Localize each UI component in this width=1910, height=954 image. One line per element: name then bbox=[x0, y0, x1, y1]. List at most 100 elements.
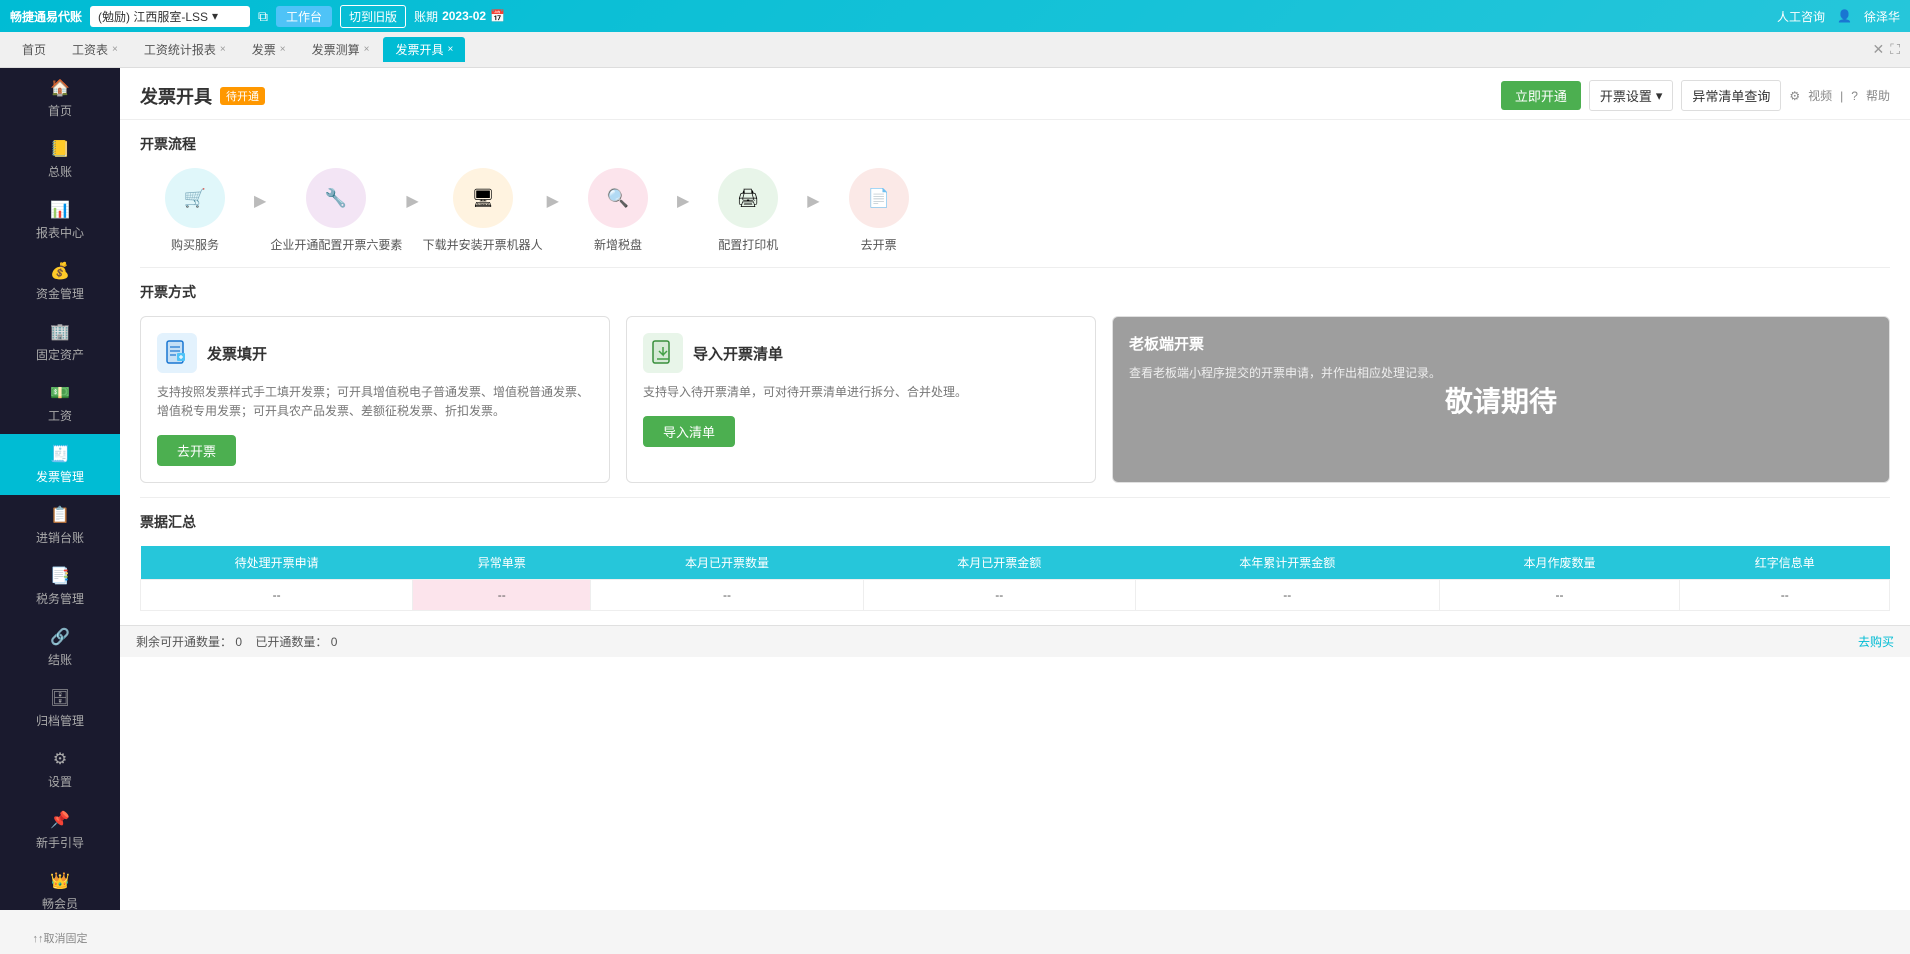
step-enterprise-setup[interactable]: 🔧 企业开通配置开票六要素 bbox=[270, 168, 402, 253]
sidebar-item-reports[interactable]: 📊 报表中心 bbox=[0, 190, 120, 251]
cell-monthly-void: -- bbox=[1439, 580, 1680, 611]
salary-tab-close[interactable]: × bbox=[112, 44, 118, 55]
user-name: 徐泽华 bbox=[1864, 8, 1900, 25]
open-settings-button[interactable]: 开票设置 ▾ bbox=[1589, 80, 1674, 111]
vip-icon: 👑 bbox=[50, 871, 70, 891]
open-now-button[interactable]: 立即开通 bbox=[1501, 81, 1581, 110]
sidebar-item-home[interactable]: 🏠 首页 bbox=[0, 68, 120, 129]
sidebar-item-vip[interactable]: 👑 畅会员 bbox=[0, 861, 120, 922]
step-buy-service-icon: 🛒 bbox=[165, 168, 225, 228]
page-actions: 立即开通 开票设置 ▾ 异常清单查询 ⚙ 视频 | ? 帮助 bbox=[1501, 80, 1890, 111]
period-info: 账期 2023-02 📅 bbox=[414, 8, 505, 25]
svg-text:🔧: 🔧 bbox=[325, 187, 347, 208]
import-card-desc: 支持导入待开票清单，可对待开票清单进行拆分、合并处理。 bbox=[643, 383, 1079, 402]
svg-text:🖨: 🖨 bbox=[737, 188, 760, 208]
invoice-open-tab-close[interactable]: × bbox=[447, 44, 453, 55]
salary-report-tab-close[interactable]: × bbox=[220, 44, 226, 55]
company-selector[interactable]: (勉励) 江西服室-LSS ▾ bbox=[90, 6, 250, 27]
old-version-button[interactable]: 切到旧版 bbox=[340, 5, 406, 28]
sidebar-label-guide: 新手引导 bbox=[36, 834, 84, 851]
archive-icon: 🗄 bbox=[50, 688, 70, 708]
support-btn[interactable]: 人工咨询 bbox=[1777, 8, 1825, 25]
company-name: (勉励) 江西服室-LSS bbox=[98, 8, 208, 25]
tab-invoice[interactable]: 发票 × bbox=[240, 37, 298, 62]
fill-card-icon bbox=[157, 333, 197, 373]
col-yearly-amount: 本年累计开票金额 bbox=[1135, 546, 1439, 580]
tax-icon: 📑 bbox=[50, 566, 70, 586]
sidebar-label-reconcile: 结账 bbox=[48, 651, 72, 668]
method-section-title: 开票方式 bbox=[140, 282, 1890, 302]
step-open-invoice[interactable]: 📄 去开票 bbox=[824, 168, 934, 253]
col-red-info: 红字信息单 bbox=[1680, 546, 1890, 580]
sidebar-item-reconcile[interactable]: 🔗 结账 bbox=[0, 617, 120, 678]
page-title: 发票开具 bbox=[140, 83, 212, 109]
card-import-invoice: 导入开票清单 支持导入待开票清单，可对待开票清单进行拆分、合并处理。 导入清单 bbox=[626, 316, 1096, 483]
opened-value: 0 bbox=[331, 635, 338, 649]
tab-invoice-calc[interactable]: 发票测算 × bbox=[300, 37, 382, 62]
fill-card-desc: 支持按照发票样式手工填开发票；可开具增值税电子普通发票、增值税普通发票、增值税专… bbox=[157, 383, 593, 421]
summary-table: 待处理开票申请 异常单票 本月已开票数量 本月已开票金额 本年累计开票金额 本月… bbox=[140, 546, 1890, 611]
buy-link[interactable]: 去购买 bbox=[1858, 633, 1894, 650]
svg-text:🛒: 🛒 bbox=[184, 187, 206, 208]
cell-pending: -- bbox=[141, 580, 413, 611]
sidebar-label-fund: 资金管理 bbox=[36, 285, 84, 302]
col-monthly-amount: 本月已开票金额 bbox=[863, 546, 1135, 580]
copy-icon[interactable]: ⧉ bbox=[258, 8, 268, 25]
svg-text:🔍: 🔍 bbox=[607, 186, 629, 208]
sidebar-item-invoice-mgmt[interactable]: 🧾 发票管理 bbox=[0, 434, 120, 495]
step-enterprise-icon: 🔧 bbox=[306, 168, 366, 228]
cell-monthly-amount: -- bbox=[863, 580, 1135, 611]
invoice-calc-tab-close[interactable]: × bbox=[364, 44, 370, 55]
sidebar-item-assets[interactable]: 🏢 固定资产 bbox=[0, 312, 120, 373]
sidebar-pin-toggle[interactable]: ↑↑取消固定 bbox=[0, 922, 120, 954]
step-buy-service[interactable]: 🛒 购买服务 bbox=[140, 168, 250, 253]
arrow-2: ▶ bbox=[402, 191, 422, 211]
sidebar-label-assets: 固定资产 bbox=[36, 346, 84, 363]
step-add-taxbox[interactable]: 🔍 新增税盘 bbox=[563, 168, 673, 253]
assets-icon: 🏢 bbox=[50, 322, 70, 342]
sidebar-item-ledger[interactable]: 📒 总账 bbox=[0, 129, 120, 190]
remaining-value: 0 bbox=[235, 635, 242, 649]
sidebar-item-settings[interactable]: ⚙ 设置 bbox=[0, 739, 120, 800]
settings-circle-icon[interactable]: ⚙ bbox=[1789, 89, 1800, 103]
col-monthly-void: 本月作废数量 bbox=[1439, 546, 1680, 580]
col-monthly-qty: 本月已开票数量 bbox=[591, 546, 863, 580]
salary-icon: 💵 bbox=[50, 383, 70, 403]
help-circle-icon[interactable]: ? bbox=[1851, 89, 1858, 103]
go-open-button[interactable]: 去开票 bbox=[157, 435, 236, 466]
sidebar-item-salary[interactable]: 💵 工资 bbox=[0, 373, 120, 434]
sidebar-item-fund[interactable]: 💰 资金管理 bbox=[0, 251, 120, 312]
abnormal-query-button[interactable]: 异常清单查询 bbox=[1681, 80, 1781, 111]
close-window-btn[interactable]: ✕ bbox=[1872, 41, 1884, 58]
import-list-button[interactable]: 导入清单 bbox=[643, 416, 735, 447]
expand-window-btn[interactable]: ⛶ bbox=[1890, 41, 1900, 58]
tab-salary[interactable]: 工资表 × bbox=[60, 37, 130, 62]
tab-home[interactable]: 首页 bbox=[10, 37, 58, 62]
invoice-tab-close[interactable]: × bbox=[280, 44, 286, 55]
sidebar-item-guide[interactable]: 📌 新手引导 bbox=[0, 800, 120, 861]
cell-abnormal: -- bbox=[413, 580, 591, 611]
calendar-icon[interactable]: 📅 bbox=[490, 9, 505, 23]
user-avatar: 👤 bbox=[1837, 9, 1852, 23]
cell-yearly-amount: -- bbox=[1135, 580, 1439, 611]
sidebar-item-purchase-sales[interactable]: 📋 进销台账 bbox=[0, 495, 120, 556]
step-open-icon: 📄 bbox=[849, 168, 909, 228]
invoice-open-tab-label: 发票开具 bbox=[395, 41, 443, 58]
invoice-method-section: 开票方式 bbox=[120, 268, 1910, 497]
step-download-robot[interactable]: 🖥 下载并安装开票机器人 bbox=[423, 168, 543, 253]
sidebar-item-tax[interactable]: 📑 税务管理 bbox=[0, 556, 120, 617]
workbench-button[interactable]: 工作台 bbox=[276, 6, 332, 27]
company-dropdown-icon[interactable]: ▾ bbox=[212, 9, 218, 23]
step-config-printer[interactable]: 🖨 配置打印机 bbox=[693, 168, 803, 253]
salary-tab-label: 工资表 bbox=[72, 41, 108, 58]
sidebar-label-invoice-mgmt: 发票管理 bbox=[36, 468, 84, 485]
sidebar-item-archive[interactable]: 🗄 归档管理 bbox=[0, 678, 120, 739]
card-fill-invoice: 发票填开 支持按照发票样式手工填开发票；可开具增值税电子普通发票、增值税普通发票… bbox=[140, 316, 610, 483]
sidebar-label-home: 首页 bbox=[48, 102, 72, 119]
sidebar-label-salary: 工资 bbox=[48, 407, 72, 424]
tab-salary-report[interactable]: 工资统计报表 × bbox=[132, 37, 238, 62]
invoice-mgmt-icon: 🧾 bbox=[50, 444, 70, 464]
reports-icon: 📊 bbox=[50, 200, 70, 220]
tab-invoice-open[interactable]: 发票开具 × bbox=[383, 37, 465, 62]
salary-report-tab-label: 工资统计报表 bbox=[144, 41, 216, 58]
